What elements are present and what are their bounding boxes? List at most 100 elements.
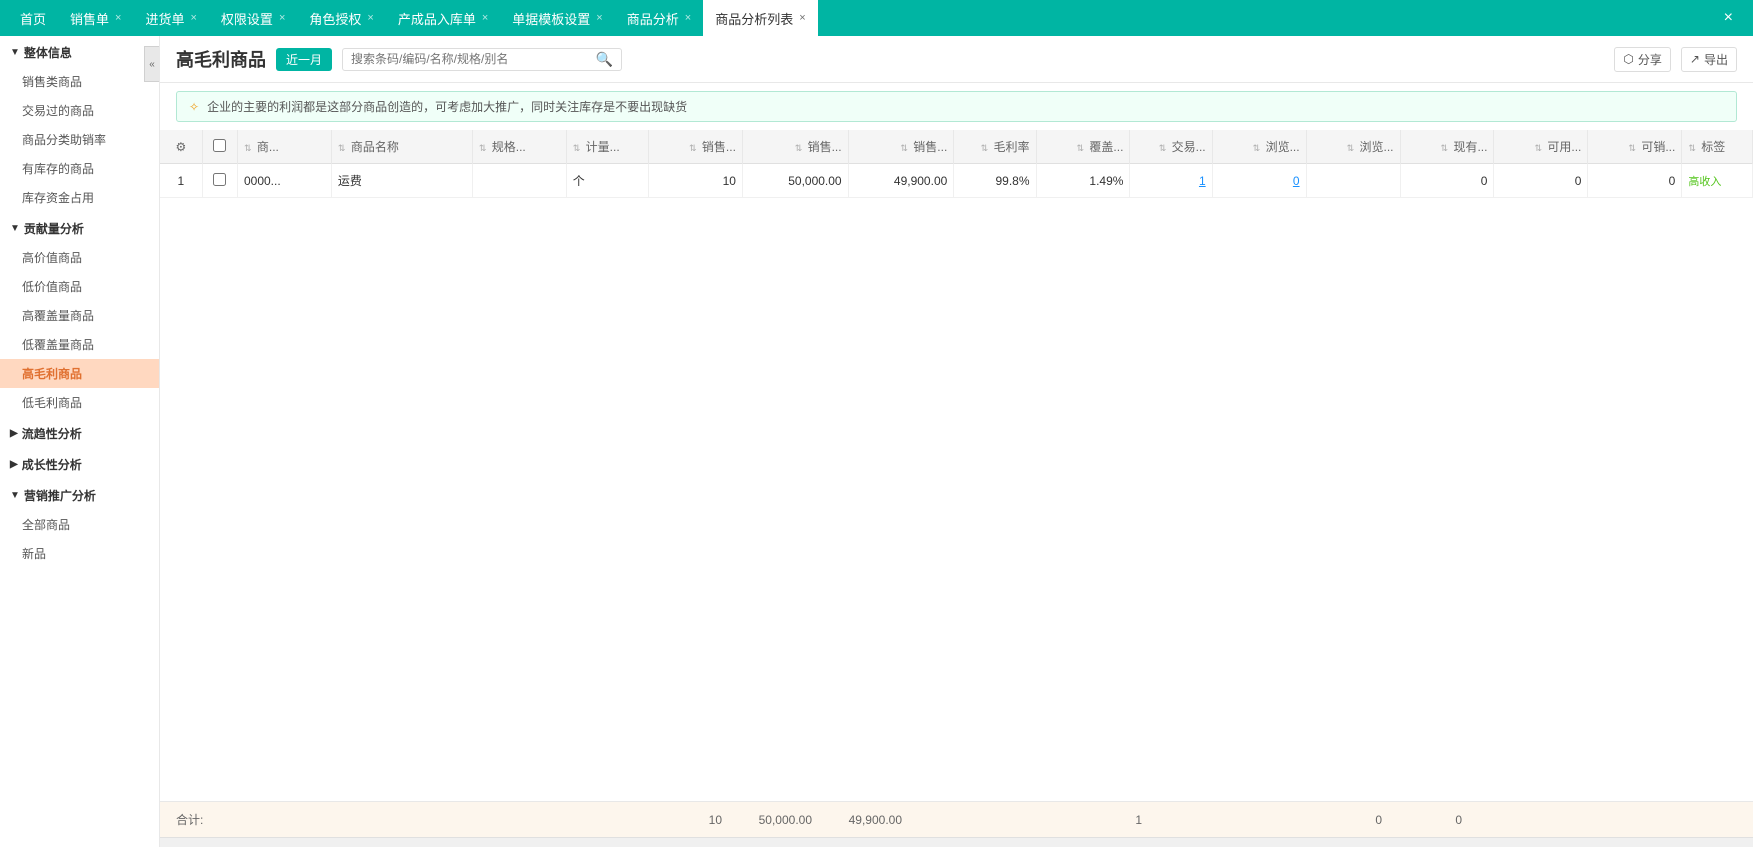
th-spec[interactable]: ⇅ 规格...: [472, 130, 566, 164]
sidebar-item-stock-capital[interactable]: 库存资金占用: [0, 183, 159, 212]
data-table: ⚙ ⇅ 商... ⇅ 商品名称 ⇅ 规格...: [160, 130, 1753, 198]
sort-icon-spec: ⇅: [479, 143, 487, 153]
nav-sales-order[interactable]: 销售单 ×: [58, 0, 133, 36]
sidebar-item-high-value[interactable]: 高价值商品: [0, 243, 159, 272]
footer-empty9: [1152, 813, 1232, 827]
search-icon[interactable]: 🔍: [596, 51, 613, 68]
th-sales-cost[interactable]: ⇅ 销售...: [848, 130, 954, 164]
th-sales-amt[interactable]: ⇅ 销售...: [742, 130, 848, 164]
sort-icon-unit: ⇅: [573, 143, 581, 153]
th-sale-able[interactable]: ⇅ 可销...: [1588, 130, 1682, 164]
footer-empty1: [236, 813, 272, 827]
main-layout: « ▼ 整体信息 销售类商品 交易过的商品 商品分类助销率 有库存的商品 库存资…: [0, 36, 1753, 847]
th-name[interactable]: ⇅ 商品名称: [331, 130, 472, 164]
nav-sales-order-close[interactable]: ×: [115, 12, 121, 24]
cell-name: 运费: [331, 164, 472, 198]
sidebar-group-trend-arrow: ▶: [10, 428, 18, 439]
table-header-row: ⚙ ⇅ 商... ⇅ 商品名称 ⇅ 规格...: [160, 130, 1753, 164]
row-checkbox[interactable]: [213, 173, 226, 186]
th-tag[interactable]: ⇅ 标签: [1682, 130, 1753, 164]
sidebar-item-stocked-goods[interactable]: 有库存的商品: [0, 154, 159, 183]
nav-product-analysis-list-close[interactable]: ×: [799, 12, 805, 24]
nav-role-auth-close[interactable]: ×: [367, 12, 373, 24]
th-gross-rate[interactable]: ⇅ 毛利率: [954, 130, 1036, 164]
notice-icon: ✧: [189, 100, 199, 114]
time-filter-button[interactable]: 近一月: [276, 48, 332, 71]
bottom-scrollbar[interactable]: [160, 837, 1753, 847]
sidebar-item-low-coverage[interactable]: 低覆盖量商品: [0, 330, 159, 359]
table-container[interactable]: ⚙ ⇅ 商... ⇅ 商品名称 ⇅ 规格...: [160, 130, 1753, 801]
cell-unit: 个: [566, 164, 648, 198]
nav-template-settings-close[interactable]: ×: [596, 12, 602, 24]
sidebar-item-low-value[interactable]: 低价值商品: [0, 272, 159, 301]
footer-sales-qty: 10: [652, 813, 732, 827]
sidebar-group-contribution[interactable]: ▼ 贡献量分析: [0, 212, 159, 243]
sidebar-item-high-coverage[interactable]: 高覆盖量商品: [0, 301, 159, 330]
nav-template-settings[interactable]: 单据模板设置 ×: [500, 0, 614, 36]
th-sales-qty[interactable]: ⇅ 销售...: [648, 130, 742, 164]
th-avail[interactable]: ⇅ 可用...: [1494, 130, 1588, 164]
footer-empty3: [302, 813, 382, 827]
cell-spec: [472, 164, 566, 198]
sort-icon-browse1: ⇅: [1253, 143, 1261, 153]
nav-purchase-order[interactable]: 进货单 ×: [133, 0, 208, 36]
nav-role-auth[interactable]: 角色授权 ×: [297, 0, 385, 36]
nav-product-analysis-close[interactable]: ×: [685, 12, 691, 24]
th-check[interactable]: [202, 130, 237, 164]
search-input[interactable]: [351, 52, 596, 66]
nav-purchase-order-close[interactable]: ×: [190, 12, 196, 24]
window-close-button[interactable]: ×: [1712, 9, 1745, 27]
sidebar-group-overall-label: 整体信息: [24, 44, 72, 61]
nav-product-analysis-list[interactable]: 商品分析列表 ×: [703, 0, 817, 36]
footer-cur-stock: 0: [1312, 813, 1392, 827]
sidebar-group-marketing[interactable]: ▼ 营销推广分析: [0, 479, 159, 510]
share-button[interactable]: ⬡ 分享: [1614, 47, 1671, 72]
sidebar-group-marketing-label: 营销推广分析: [24, 487, 96, 504]
th-code[interactable]: ⇅ 商...: [237, 130, 331, 164]
sidebar-item-low-margin[interactable]: 低毛利商品: [0, 388, 159, 417]
th-trade[interactable]: ⇅ 交易...: [1130, 130, 1212, 164]
sidebar-group-overall[interactable]: ▼ 整体信息: [0, 36, 159, 67]
th-browse1[interactable]: ⇅ 浏览...: [1212, 130, 1306, 164]
footer-empty8: [992, 813, 1072, 827]
cell-check[interactable]: [202, 164, 237, 198]
nav-permission-settings-close[interactable]: ×: [279, 12, 285, 24]
th-cur-stock[interactable]: ⇅ 现有...: [1400, 130, 1494, 164]
sidebar-item-all-goods[interactable]: 全部商品: [0, 510, 159, 539]
nav-permission-settings[interactable]: 权限设置 ×: [209, 0, 297, 36]
sidebar-item-traded-goods[interactable]: 交易过的商品: [0, 96, 159, 125]
sidebar-group-growth[interactable]: ▶ 成长性分析: [0, 448, 159, 479]
th-browse2[interactable]: ⇅ 浏览...: [1306, 130, 1400, 164]
nav-product-analysis[interactable]: 商品分析 ×: [615, 0, 703, 36]
th-settings[interactable]: ⚙: [160, 130, 202, 164]
cell-browse2: [1306, 164, 1400, 198]
sidebar-group-trend[interactable]: ▶ 流趋性分析: [0, 417, 159, 448]
cell-cover: 1.49%: [1036, 164, 1130, 198]
cell-trade[interactable]: 1: [1130, 164, 1212, 198]
sidebar-item-category-rate[interactable]: 商品分类助销率: [0, 125, 159, 154]
nav-home[interactable]: 首页: [8, 0, 58, 36]
content-area: 高毛利商品 近一月 🔍 ⬡ 分享 ↗ 导出 ✧ 企业的主要的利润都是这部分商品创…: [160, 36, 1753, 847]
cell-browse1[interactable]: 0: [1212, 164, 1306, 198]
footer-empty4: [382, 813, 502, 827]
sidebar-item-high-margin[interactable]: 高毛利商品: [0, 359, 159, 388]
sort-icon-tag: ⇅: [1688, 143, 1696, 153]
sidebar-item-new-goods[interactable]: 新品: [0, 539, 159, 568]
sidebar: « ▼ 整体信息 销售类商品 交易过的商品 商品分类助销率 有库存的商品 库存资…: [0, 36, 160, 847]
sort-icon-sales-amt: ⇅: [795, 143, 803, 153]
sidebar-item-sales-goods[interactable]: 销售类商品: [0, 67, 159, 96]
th-cover[interactable]: ⇅ 覆盖...: [1036, 130, 1130, 164]
notice-text: 企业的主要的利润都是这部分商品创造的，可考虑加大推广，同时关注库存是不要出现缺货: [207, 98, 687, 115]
nav-production-inbound[interactable]: 产成品入库单 ×: [386, 0, 500, 36]
sidebar-group-trend-label: 流趋性分析: [22, 425, 82, 442]
cell-num: 1: [160, 164, 202, 198]
th-unit[interactable]: ⇅ 计量...: [566, 130, 648, 164]
notice-bar: ✧ 企业的主要的利润都是这部分商品创造的，可考虑加大推广，同时关注库存是不要出现…: [176, 91, 1737, 122]
sidebar-group-growth-arrow: ▶: [10, 459, 18, 470]
export-button[interactable]: ↗ 导出: [1681, 47, 1737, 72]
select-all-checkbox[interactable]: [213, 139, 226, 152]
cell-tag: 高收入: [1682, 164, 1753, 198]
sidebar-collapse-button[interactable]: «: [144, 46, 160, 82]
nav-production-inbound-close[interactable]: ×: [482, 12, 488, 24]
sort-icon-sales-qty: ⇅: [689, 143, 697, 153]
